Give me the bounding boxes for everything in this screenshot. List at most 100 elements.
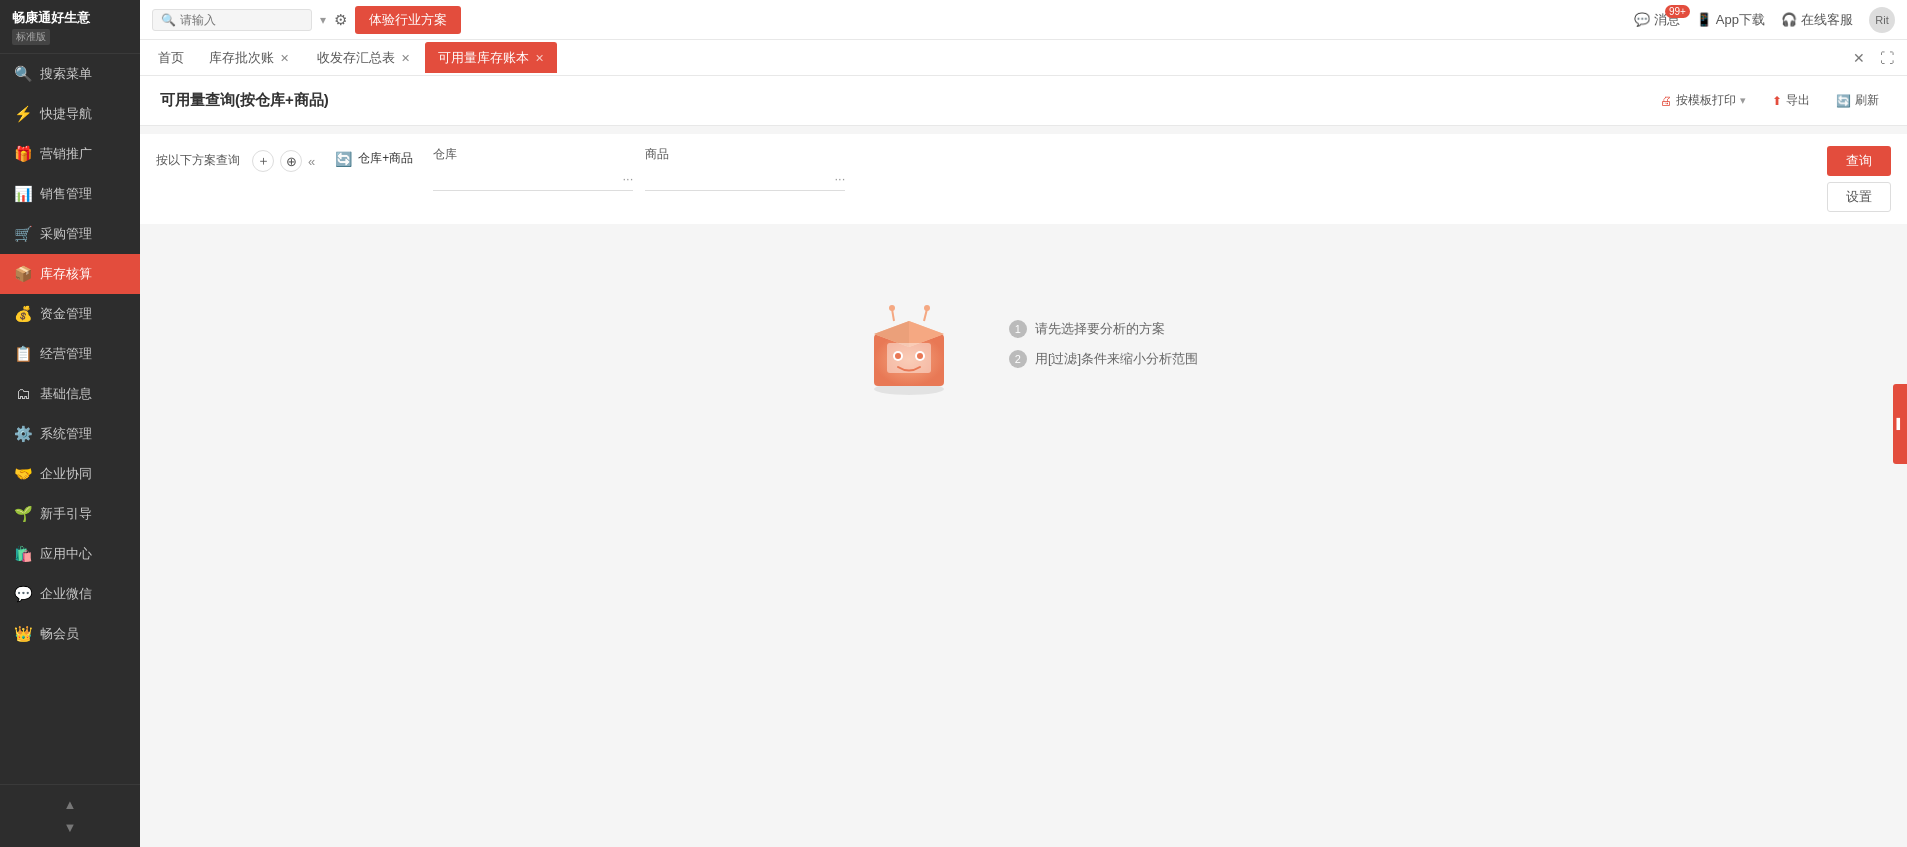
product-ellipsis-icon[interactable]: ···: [834, 171, 845, 186]
sprout-icon: 🌱: [14, 505, 32, 523]
sidebar-item-shortcut[interactable]: ⚡ 快捷导航: [0, 94, 140, 134]
scheme-label: 仓库+商品: [358, 150, 413, 167]
sidebar-item-inventory[interactable]: 📦 库存核算: [0, 254, 140, 294]
sidebar-item-basic[interactable]: 🗂 基础信息: [0, 374, 140, 414]
handshake-icon: 🤝: [14, 465, 32, 483]
headset-icon: 🎧: [1781, 12, 1797, 27]
page-header: 可用量查询(按仓库+商品) 🖨 按模板打印 ▾ ⬆ 导出 🔄 刷新: [140, 76, 1907, 126]
warehouse-field-label: 仓库: [433, 146, 633, 163]
warehouse-filter-field: 仓库 ···: [433, 146, 633, 191]
gift-icon: 🎁: [14, 145, 32, 163]
product-filter-field: 商品 ···: [645, 146, 845, 191]
warehouse-ellipsis-icon[interactable]: ···: [622, 171, 633, 186]
empty-tips: 1 请先选择要分析的方案 2 用[过滤]条件来缩小分析范围: [1009, 320, 1198, 368]
svg-point-8: [895, 353, 901, 359]
refresh-icon: 🔄: [1836, 94, 1851, 108]
folder-icon: 🗂: [14, 385, 32, 402]
sidebar-item-finance-label: 资金管理: [40, 305, 92, 323]
svg-point-9: [917, 353, 923, 359]
tab-storage-summary-close[interactable]: ✕: [401, 52, 410, 65]
empty-illustration: [849, 284, 969, 404]
sidebar-item-purchase-label: 采购管理: [40, 225, 92, 243]
online-service-button[interactable]: 🎧 在线客服: [1781, 11, 1853, 29]
app-download-button[interactable]: 📱 App下载: [1696, 11, 1765, 29]
print-chevron-icon: ▾: [1740, 94, 1746, 107]
page-actions: 🖨 按模板打印 ▾ ⬆ 导出 🔄 刷新: [1652, 88, 1887, 113]
trial-industry-button[interactable]: 体验行业方案: [355, 6, 461, 34]
cart-icon: 🛒: [14, 225, 32, 243]
sidebar-item-wechat-label: 企业微信: [40, 585, 92, 603]
sidebar-item-operation[interactable]: 📋 经营管理: [0, 334, 140, 374]
sidebar-scroll-down[interactable]: ▼: [0, 816, 140, 839]
scheme-warehouse-product[interactable]: 🔄 仓库+商品: [327, 146, 421, 171]
sidebar-item-appstore[interactable]: 🛍️ 应用中心: [0, 534, 140, 574]
refresh-button[interactable]: 🔄 刷新: [1828, 88, 1887, 113]
sidebar-item-member[interactable]: 👑 畅会员: [0, 614, 140, 654]
query-buttons: 查询 设置: [1827, 146, 1891, 212]
sidebar-item-purchase[interactable]: 🛒 采购管理: [0, 214, 140, 254]
filter-fields: 仓库 ··· 商品 ···: [433, 146, 1815, 191]
sidebar-scroll-up[interactable]: ▲: [0, 793, 140, 816]
sidebar-item-search[interactable]: 🔍 搜索菜单: [0, 54, 140, 94]
print-label: 按模板打印: [1676, 92, 1736, 109]
tab-storage-summary[interactable]: 收发存汇总表 ✕: [304, 42, 423, 73]
tab-close-all-button[interactable]: ✕: [1847, 46, 1871, 70]
sidebar-item-newbie-label: 新手引导: [40, 505, 92, 523]
sidebar-item-enterprise[interactable]: 🤝 企业协同: [0, 454, 140, 494]
tab-batch-ledger[interactable]: 库存批次账 ✕: [196, 42, 302, 73]
sidebar-item-finance[interactable]: 💰 资金管理: [0, 294, 140, 334]
sidebar-item-wechat[interactable]: 💬 企业微信: [0, 574, 140, 614]
scroll-indicator: ▌: [1896, 418, 1903, 429]
brand-name: 畅康通好生意: [12, 10, 128, 27]
sidebar-item-member-label: 畅会员: [40, 625, 79, 643]
query-button[interactable]: 查询: [1827, 146, 1891, 176]
warehouse-input[interactable]: [433, 172, 618, 186]
tab-batch-ledger-close[interactable]: ✕: [280, 52, 289, 65]
empty-state: 1 请先选择要分析的方案 2 用[过滤]条件来缩小分析范围: [140, 224, 1907, 464]
tab-home[interactable]: 首页: [148, 43, 194, 73]
sidebar-item-enterprise-label: 企业协同: [40, 465, 92, 483]
avatar[interactable]: Rit: [1869, 7, 1895, 33]
search-bar[interactable]: 🔍: [152, 9, 312, 31]
main-content: 🔍 ▾ ⚙ 体验行业方案 💬 消息 99+ 📱 App下载 🎧 在线客服 Rit: [140, 0, 1907, 847]
message-button[interactable]: 💬 消息 99+: [1634, 11, 1680, 29]
add-scheme-button[interactable]: ＋: [252, 150, 274, 172]
product-input[interactable]: [645, 172, 830, 186]
search-input[interactable]: [180, 13, 303, 27]
svg-point-13: [924, 305, 930, 311]
sidebar-item-sales[interactable]: 📊 销售管理: [0, 174, 140, 214]
sidebar-item-basic-label: 基础信息: [40, 385, 92, 403]
tab-expand-button[interactable]: ⛶: [1875, 46, 1899, 70]
collapse-button[interactable]: «: [308, 154, 315, 169]
settings-icon[interactable]: ⚙: [334, 11, 347, 29]
sidebar-nav: 🔍 搜索菜单 ⚡ 快捷导航 🎁 营销推广 📊 销售管理 🛒 采购管理 📦 库存核…: [0, 54, 140, 784]
product-field-input[interactable]: ···: [645, 167, 845, 191]
tab-available-ledger-close[interactable]: ✕: [535, 52, 544, 65]
scheme-icon: 🔄: [335, 151, 352, 167]
warehouse-field-input[interactable]: ···: [433, 167, 633, 191]
svg-point-11: [889, 305, 895, 311]
filter-settings-button[interactable]: 设置: [1827, 182, 1891, 212]
tab-available-ledger[interactable]: 可用量库存账本 ✕: [425, 42, 557, 73]
sidebar-item-marketing[interactable]: 🎁 营销推广: [0, 134, 140, 174]
sidebar-item-system-label: 系统管理: [40, 425, 92, 443]
tip-number-2: 2: [1009, 350, 1027, 368]
sidebar-item-system[interactable]: ⚙️ 系统管理: [0, 414, 140, 454]
right-scrollbar[interactable]: ▌: [1893, 384, 1907, 464]
search-chevron-icon[interactable]: ▾: [320, 13, 326, 27]
print-template-button[interactable]: 🖨 按模板打印 ▾: [1652, 88, 1754, 113]
page-title: 可用量查询(按仓库+商品): [160, 91, 329, 110]
sidebar-item-newbie[interactable]: 🌱 新手引导: [0, 494, 140, 534]
scheme-settings-button[interactable]: ⊕: [280, 150, 302, 172]
filter-area: 按以下方案查询 ＋ ⊕ « 🔄 仓库+商品 仓库 ···: [140, 134, 1907, 224]
brand-tag: 标准版: [12, 29, 50, 45]
export-button[interactable]: ⬆ 导出: [1764, 88, 1818, 113]
page-content: 可用量查询(按仓库+商品) 🖨 按模板打印 ▾ ⬆ 导出 🔄 刷新 按以下方: [140, 76, 1907, 847]
wechat-icon: 💬: [14, 585, 32, 603]
sidebar-item-sales-label: 销售管理: [40, 185, 92, 203]
search-icon: 🔍: [14, 65, 32, 83]
message-icon: 💬: [1634, 12, 1650, 27]
app-download-label: App下载: [1716, 11, 1765, 29]
tabs-controls: ✕ ⛶: [1847, 46, 1899, 70]
tab-storage-summary-label: 收发存汇总表: [317, 49, 395, 67]
